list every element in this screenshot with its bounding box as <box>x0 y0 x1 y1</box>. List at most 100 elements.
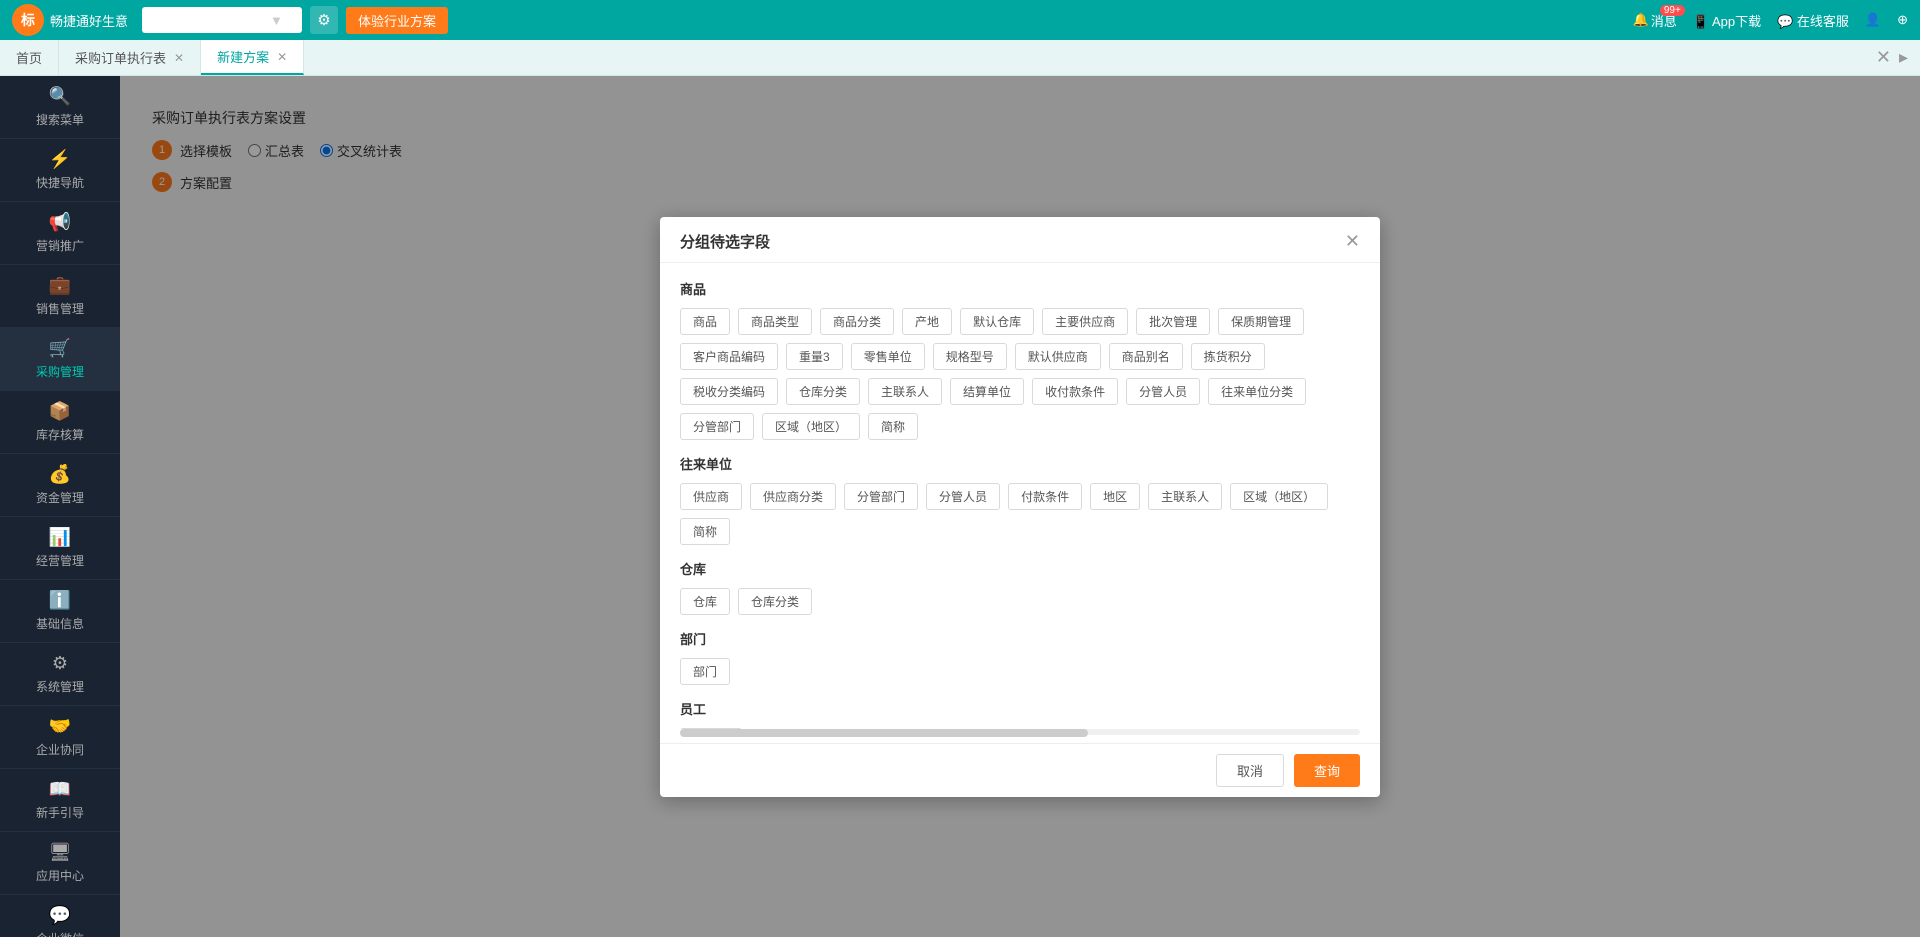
main-layout: 🔍 搜索菜单 ⚡ 快捷导航 📢 营销推广 💼 销售管理 🛒 采购管理 📦 库存核… <box>0 76 1920 937</box>
app-download-button[interactable]: 📱 App下载 <box>1693 11 1761 30</box>
chip-partner-supplier[interactable]: 供应商 <box>680 483 742 510</box>
chip-warehouse-cat[interactable]: 仓库分类 <box>738 588 812 615</box>
sidebar-item-marketing[interactable]: 📢 营销推广 <box>0 202 120 265</box>
chip-goods-batch[interactable]: 批次管理 <box>1136 308 1210 335</box>
tab-home[interactable]: 首页 <box>0 40 59 75</box>
chip-goods-warehouse[interactable]: 默认仓库 <box>960 308 1034 335</box>
wechat-icon: 💬 <box>49 905 71 926</box>
sidebar: 🔍 搜索菜单 ⚡ 快捷导航 📢 营销推广 💼 销售管理 🛒 采购管理 📦 库存核… <box>0 76 120 937</box>
sidebar-label-appcenter: 应用中心 <box>36 867 84 884</box>
section-label-warehouse: 仓库 <box>680 559 1360 578</box>
top-bar-right: 🔔 消息 99+ 📱 App下载 💬 在线客服 👤 ⊕ <box>1633 11 1908 30</box>
chip-partner-dept[interactable]: 分管部门 <box>844 483 918 510</box>
user-avatar[interactable]: 👤 <box>1865 12 1881 28</box>
search-input[interactable] <box>150 13 270 27</box>
modal-cancel-button[interactable]: 取消 <box>1216 754 1284 787</box>
chip-goods-settle-unit[interactable]: 结算单位 <box>950 378 1024 405</box>
logo-text: 畅捷通好生意 <box>50 11 128 30</box>
search-input-wrap[interactable]: ▼ <box>142 7 302 33</box>
tab-purchase-close[interactable]: ✕ <box>174 51 184 65</box>
chip-partner-short[interactable]: 简称 <box>680 518 730 545</box>
sidebar-item-sales[interactable]: 💼 销售管理 <box>0 265 120 328</box>
modal-confirm-button[interactable]: 查询 <box>1294 754 1360 787</box>
sidebar-item-finance[interactable]: 💰 资金管理 <box>0 454 120 517</box>
top-bar: 标 畅捷通好生意 ▼ ⚙ 体验行业方案 🔔 消息 99+ 📱 App下载 💬 在… <box>0 0 1920 40</box>
chip-goods-alias[interactable]: 商品别名 <box>1109 343 1183 370</box>
chip-partner-payment[interactable]: 付款条件 <box>1008 483 1082 510</box>
chips-warehouse: 仓库 仓库分类 <box>680 588 1360 615</box>
chip-dept-main[interactable]: 部门 <box>680 658 730 685</box>
tab-home-label: 首页 <box>16 48 42 67</box>
section-label-goods: 商品 <box>680 279 1360 298</box>
chip-goods-origin[interactable]: 产地 <box>902 308 952 335</box>
chip-warehouse-main[interactable]: 仓库 <box>680 588 730 615</box>
modal-title: 分组待选字段 <box>680 231 770 252</box>
basics-icon: ℹ️ <box>49 590 71 611</box>
sales-icon: 💼 <box>49 275 71 296</box>
trial-button[interactable]: 体验行业方案 <box>346 7 448 34</box>
chip-goods-dept[interactable]: 分管部门 <box>680 413 754 440</box>
chip-partner-region[interactable]: 地区 <box>1090 483 1140 510</box>
chip-goods-weight[interactable]: 重量3 <box>786 343 843 370</box>
search-area: ▼ ⚙ 体验行业方案 <box>142 6 448 34</box>
modal-footer: 取消 查询 <box>660 743 1380 797</box>
chip-goods-product[interactable]: 商品 <box>680 308 730 335</box>
sidebar-item-purchase[interactable]: 🛒 采购管理 <box>0 328 120 391</box>
inventory-icon: 📦 <box>49 401 71 422</box>
chip-goods-type[interactable]: 商品类型 <box>738 308 812 335</box>
tab-minimize-icon[interactable]: ✕ <box>1876 47 1891 68</box>
logo-icon: 标 <box>12 4 44 36</box>
chip-goods-payment-terms[interactable]: 收付款条件 <box>1032 378 1118 405</box>
tab-new-plan-close[interactable]: ✕ <box>277 50 287 64</box>
sidebar-item-basics[interactable]: ℹ️ 基础信息 <box>0 580 120 643</box>
chip-partner-area[interactable]: 区域（地区） <box>1230 483 1328 510</box>
tab-purchase-order[interactable]: 采购订单执行表 ✕ <box>59 40 201 75</box>
sidebar-label-purchase: 采购管理 <box>36 363 84 380</box>
sidebar-item-appcenter[interactable]: 🖥 应用中心 <box>0 832 120 895</box>
chip-goods-tax-code[interactable]: 税收分类编码 <box>680 378 778 405</box>
tab-new-plan[interactable]: 新建方案 ✕ <box>201 40 304 75</box>
sidebar-item-wechat[interactable]: 💬 企业微信 <box>0 895 120 937</box>
chip-goods-retail-unit[interactable]: 零售单位 <box>851 343 925 370</box>
chip-goods-biz-category[interactable]: 往来单位分类 <box>1208 378 1306 405</box>
cooperation-icon: 🤝 <box>49 716 71 737</box>
sidebar-item-guide[interactable]: 📖 新手引导 <box>0 769 120 832</box>
horizontal-scrollbar[interactable] <box>680 729 1360 735</box>
sidebar-item-operations[interactable]: 📊 经营管理 <box>0 517 120 580</box>
sidebar-label-operations: 经营管理 <box>36 552 84 569</box>
chip-goods-manager[interactable]: 分管人员 <box>1126 378 1200 405</box>
tab-bar: 首页 采购订单执行表 ✕ 新建方案 ✕ ✕ ▸ <box>0 40 1920 76</box>
chip-goods-warehouse-category[interactable]: 仓库分类 <box>786 378 860 405</box>
operations-icon: 📊 <box>49 527 71 548</box>
chip-goods-default-supplier[interactable]: 默认供应商 <box>1015 343 1101 370</box>
chips-goods: 商品 商品类型 商品分类 产地 默认仓库 主要供应商 批次管理 保质期管理 客户… <box>680 308 1360 440</box>
chip-goods-main-supplier[interactable]: 主要供应商 <box>1042 308 1128 335</box>
marketing-icon: 📢 <box>49 212 71 233</box>
chip-goods-pick-score[interactable]: 拣货积分 <box>1191 343 1265 370</box>
gear-button[interactable]: ⚙ <box>310 6 338 34</box>
sidebar-item-quicknav[interactable]: ⚡ 快捷导航 <box>0 139 120 202</box>
chip-goods-spec[interactable]: 规格型号 <box>933 343 1007 370</box>
sidebar-item-search[interactable]: 🔍 搜索菜单 <box>0 76 120 139</box>
sidebar-item-cooperation[interactable]: 🤝 企业协同 <box>0 706 120 769</box>
modal-close-button[interactable]: ✕ <box>1345 231 1360 252</box>
chip-goods-expiry[interactable]: 保质期管理 <box>1218 308 1304 335</box>
chip-partner-person[interactable]: 分管人员 <box>926 483 1000 510</box>
message-button[interactable]: 🔔 消息 99+ <box>1633 11 1677 30</box>
chip-goods-category[interactable]: 商品分类 <box>820 308 894 335</box>
chip-goods-short-name[interactable]: 简称 <box>868 413 918 440</box>
expand-icon[interactable]: ⊕ <box>1897 12 1908 28</box>
chip-partner-contact[interactable]: 主联系人 <box>1148 483 1222 510</box>
tab-more-icon[interactable]: ▸ <box>1899 47 1908 68</box>
sidebar-label-search: 搜索菜单 <box>36 111 84 128</box>
chip-goods-region[interactable]: 区域（地区） <box>762 413 860 440</box>
chip-goods-customer-code[interactable]: 客户商品编码 <box>680 343 778 370</box>
appcenter-icon: 🖥 <box>49 842 72 863</box>
chip-partner-category[interactable]: 供应商分类 <box>750 483 836 510</box>
sidebar-item-system[interactable]: ⚙ 系统管理 <box>0 643 120 706</box>
search-icon: 🔍 <box>49 86 71 107</box>
chip-goods-main-contact[interactable]: 主联系人 <box>868 378 942 405</box>
online-service-button[interactable]: 💬 在线客服 <box>1777 11 1849 30</box>
sidebar-item-inventory[interactable]: 📦 库存核算 <box>0 391 120 454</box>
gear-icon: ⚙ <box>317 11 330 29</box>
